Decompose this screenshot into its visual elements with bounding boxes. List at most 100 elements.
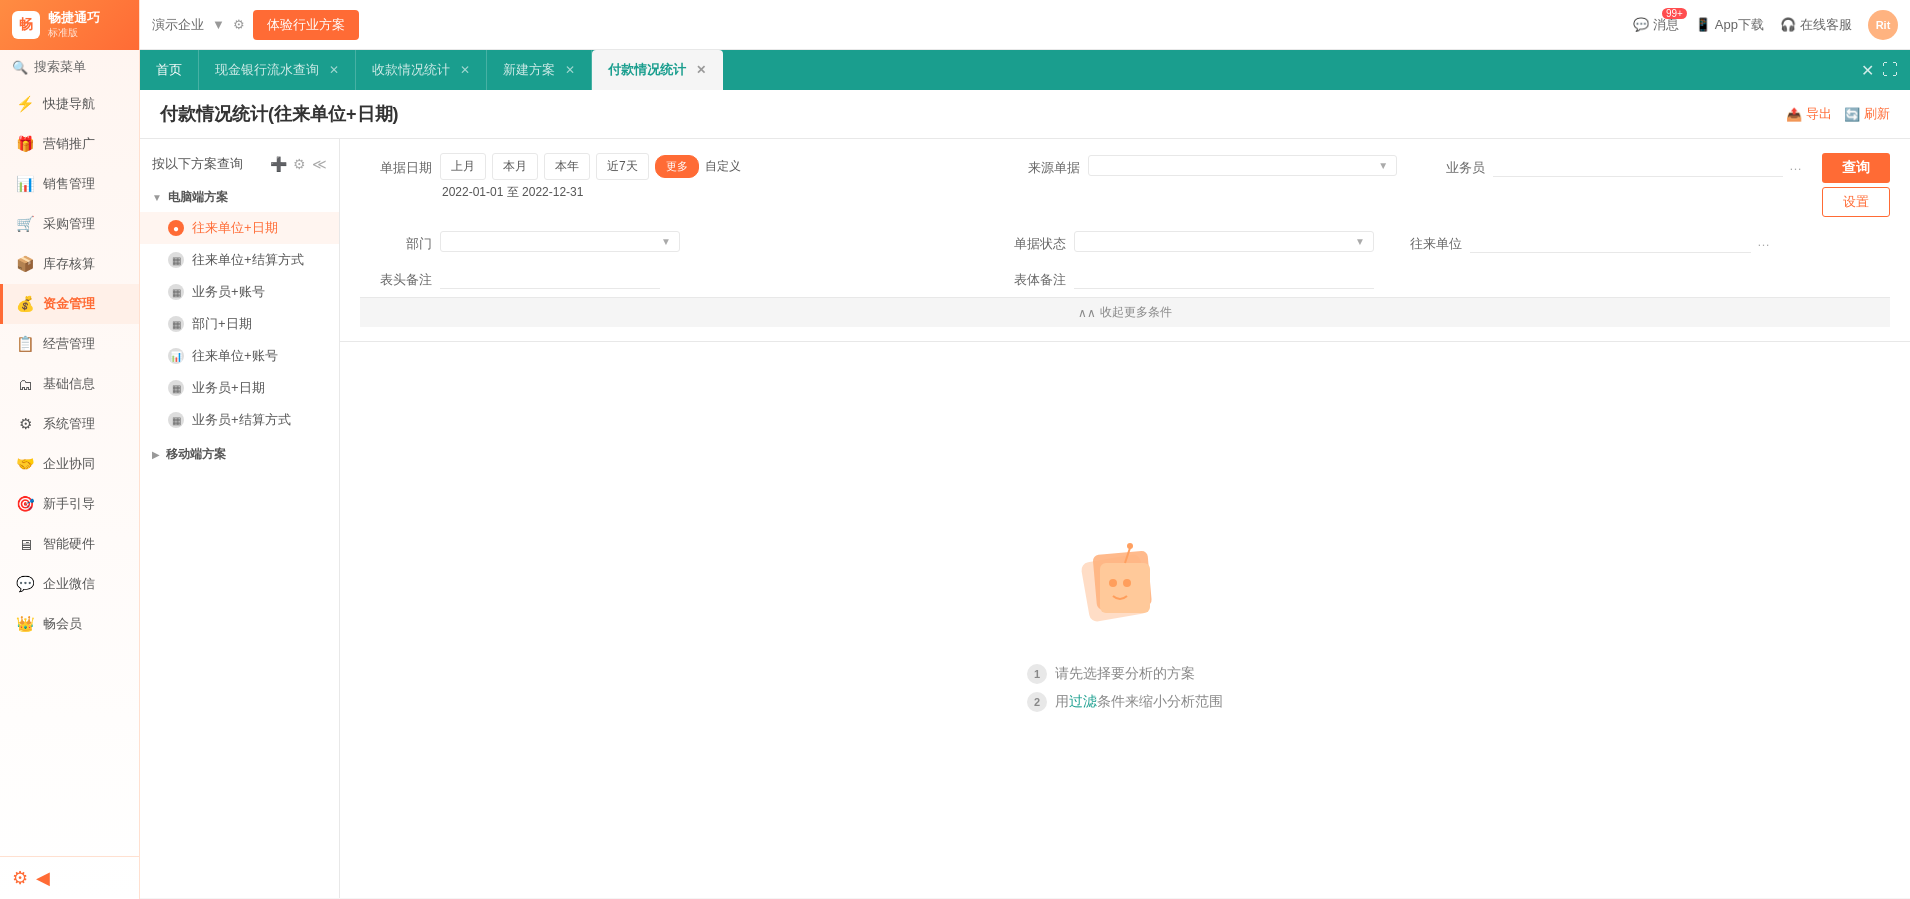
topbar-settings-icon[interactable]: ⚙ [233, 17, 245, 32]
date-btn-last-month[interactable]: 上月 [440, 153, 486, 180]
staff-more-icon[interactable]: … [1783, 158, 1802, 173]
refresh-button[interactable]: 🔄 刷新 [1844, 105, 1890, 123]
page-title: 付款情况统计(往来单位+日期) [160, 102, 399, 126]
date-label: 单据日期 [360, 153, 440, 177]
tab-new-scheme-close[interactable]: ✕ [565, 63, 575, 77]
close-all-tabs-icon[interactable]: ✕ [1861, 61, 1874, 80]
date-btn-this-year[interactable]: 本年 [544, 153, 590, 180]
staff-input[interactable] [1493, 153, 1783, 177]
sidebar-item-system[interactable]: ⚙ 系统管理 [0, 404, 139, 444]
app-download-label: App下载 [1715, 16, 1764, 34]
svg-point-6 [1127, 543, 1133, 549]
scheme-item-partner-date[interactable]: ● 往来单位+日期 [140, 212, 339, 244]
page-header: 付款情况统计(往来单位+日期) 📤 导出 🔄 刷新 [140, 90, 1910, 139]
sidebar-item-hardware[interactable]: 🖥 智能硬件 [0, 524, 139, 564]
tab-home-label: 首页 [156, 61, 182, 79]
app-download-btn[interactable]: 📱 App下载 [1695, 16, 1764, 34]
sidebar-item-label: 销售管理 [43, 175, 95, 193]
tab-payment-stats-close[interactable]: ✕ [696, 63, 706, 77]
settings-scheme-icon[interactable]: ⚙ [293, 156, 306, 172]
query-button[interactable]: 查询 [1822, 153, 1890, 183]
sidebar-item-quick-nav[interactable]: ⚡ 快捷导航 [0, 84, 139, 124]
header-note-input[interactable] [440, 265, 660, 289]
tab-collection-stats-close[interactable]: ✕ [460, 63, 470, 77]
user-menu[interactable]: Rit [1868, 10, 1898, 40]
staff-label: 业务员 [1413, 153, 1493, 177]
sidebar-item-basic-info[interactable]: 🗂 基础信息 [0, 364, 139, 404]
source-dropdown-icon: ▼ [1378, 160, 1388, 171]
collapse-label: 收起更多条件 [1100, 304, 1172, 321]
scheme-item-dept-date[interactable]: ▦ 部门+日期 [140, 308, 339, 340]
sidebar-item-sales[interactable]: 📊 销售管理 [0, 164, 139, 204]
svg-point-4 [1123, 579, 1131, 587]
date-btn-last-7days[interactable]: 近7天 [596, 153, 649, 180]
tab-collection-stats[interactable]: 收款情况统计 ✕ [356, 50, 487, 90]
sidebar-item-operation[interactable]: 📋 经营管理 [0, 324, 139, 364]
date-btn-this-month[interactable]: 本月 [492, 153, 538, 180]
search-icon: 🔍 [12, 60, 28, 75]
sidebar-search[interactable]: 🔍 搜索菜单 [0, 50, 139, 84]
mobile-section-label: 移动端方案 [166, 446, 226, 463]
hardware-icon: 🖥 [15, 534, 35, 554]
topbar-left: 演示企业 ▼ ⚙ 体验行业方案 [152, 10, 1625, 40]
export-label: 导出 [1806, 105, 1832, 123]
topbar-right: 💬 消息 99+ 📱 App下载 🎧 在线客服 Rit [1633, 10, 1898, 40]
body-note-input[interactable] [1074, 265, 1374, 289]
sidebar-item-member[interactable]: 👑 畅会员 [0, 604, 139, 644]
scheme-item-partner-payment[interactable]: ▦ 往来单位+结算方式 [140, 244, 339, 276]
scheme-item-staff-account[interactable]: ▦ 业务员+账号 [140, 276, 339, 308]
scheme-item-staff-date[interactable]: ▦ 业务员+日期 [140, 372, 339, 404]
scheme-item-staff-payment[interactable]: ▦ 业务员+结算方式 [140, 404, 339, 436]
online-service-btn[interactable]: 🎧 在线客服 [1780, 16, 1852, 34]
sidebar-item-guide[interactable]: 🎯 新手引导 [0, 484, 139, 524]
page-actions: 📤 导出 🔄 刷新 [1786, 105, 1890, 123]
sidebar: 畅 畅捷通巧 标准版 🔍 搜索菜单 ⚡ 快捷导航 🎁 营销推广 📊 销售管理 🛒… [0, 0, 140, 899]
dept-select[interactable]: ▼ [440, 231, 680, 252]
sidebar-item-marketing[interactable]: 🎁 营销推广 [0, 124, 139, 164]
scheme-active-icon: ● [168, 220, 184, 236]
sidebar-item-purchase[interactable]: 🛒 采购管理 [0, 204, 139, 244]
empty-state: 1 请先选择要分析的方案 2 用过滤条件来缩小分析范围 [340, 342, 1910, 898]
date-btn-more[interactable]: 更多 [655, 155, 699, 178]
trial-button[interactable]: 体验行业方案 [253, 10, 359, 40]
scheme-item-label: 往来单位+结算方式 [192, 251, 304, 269]
scheme-item-label: 往来单位+账号 [192, 347, 278, 365]
content-wrapper: 按以下方案查询 ➕ ⚙ ≪ ▼ 电脑端方案 ● 往来单位+日期 [140, 139, 1910, 898]
online-service-label: 在线客服 [1800, 16, 1852, 34]
settings-button[interactable]: 设置 [1822, 187, 1890, 217]
system-icon: ⚙ [15, 414, 35, 434]
doc-status-label: 单据状态 [994, 229, 1074, 253]
partner-more-icon[interactable]: … [1751, 234, 1770, 249]
desktop-section-header[interactable]: ▼ 电脑端方案 [140, 183, 339, 212]
tab-cash-flow[interactable]: 现金银行流水查询 ✕ [199, 50, 356, 90]
mobile-section-header[interactable]: ▶ 移动端方案 [140, 440, 339, 469]
collapse-scheme-icon[interactable]: ≪ [312, 156, 327, 172]
tab-home[interactable]: 首页 [140, 50, 199, 90]
sidebar-brand: 畅捷通巧 [48, 10, 100, 26]
scheme-panel-title: 按以下方案查询 [152, 155, 243, 173]
partner-input[interactable] [1470, 229, 1751, 253]
source-select[interactable]: ▼ [1088, 155, 1397, 176]
tab-cash-flow-close[interactable]: ✕ [329, 63, 339, 77]
sidebar-item-label: 快捷导航 [43, 95, 95, 113]
scheme-item-partner-account[interactable]: 📊 往来单位+账号 [140, 340, 339, 372]
doc-status-select[interactable]: ▼ [1074, 231, 1374, 252]
export-button[interactable]: 📤 导出 [1786, 105, 1832, 123]
sidebar-item-enterprise[interactable]: 🤝 企业协同 [0, 444, 139, 484]
collapse-sidebar-icon[interactable]: ◀ [36, 867, 50, 889]
purchase-icon: 🛒 [15, 214, 35, 234]
settings-footer-icon[interactable]: ⚙ [12, 867, 28, 889]
scheme-item-label: 业务员+结算方式 [192, 411, 291, 429]
maximize-icon[interactable]: ⛶ [1882, 61, 1898, 79]
tab-payment-stats[interactable]: 付款情况统计 ✕ [592, 50, 723, 90]
sidebar-item-inventory[interactable]: 📦 库存核算 [0, 244, 139, 284]
sidebar-item-wechat[interactable]: 💬 企业微信 [0, 564, 139, 604]
desktop-section: ▼ 电脑端方案 ● 往来单位+日期 ▦ 往来单位+结算方式 ▦ 业务员+账号 [140, 183, 339, 436]
sidebar-logo: 畅 [12, 11, 40, 39]
messages-btn[interactable]: 💬 消息 99+ [1633, 16, 1679, 34]
collapse-button[interactable]: ∧∧ 收起更多条件 [360, 297, 1890, 327]
add-scheme-icon[interactable]: ➕ [270, 156, 287, 172]
tab-new-scheme[interactable]: 新建方案 ✕ [487, 50, 592, 90]
sidebar-item-fund[interactable]: 💰 资金管理 [0, 284, 139, 324]
company-selector[interactable]: 演示企业 [152, 16, 204, 34]
